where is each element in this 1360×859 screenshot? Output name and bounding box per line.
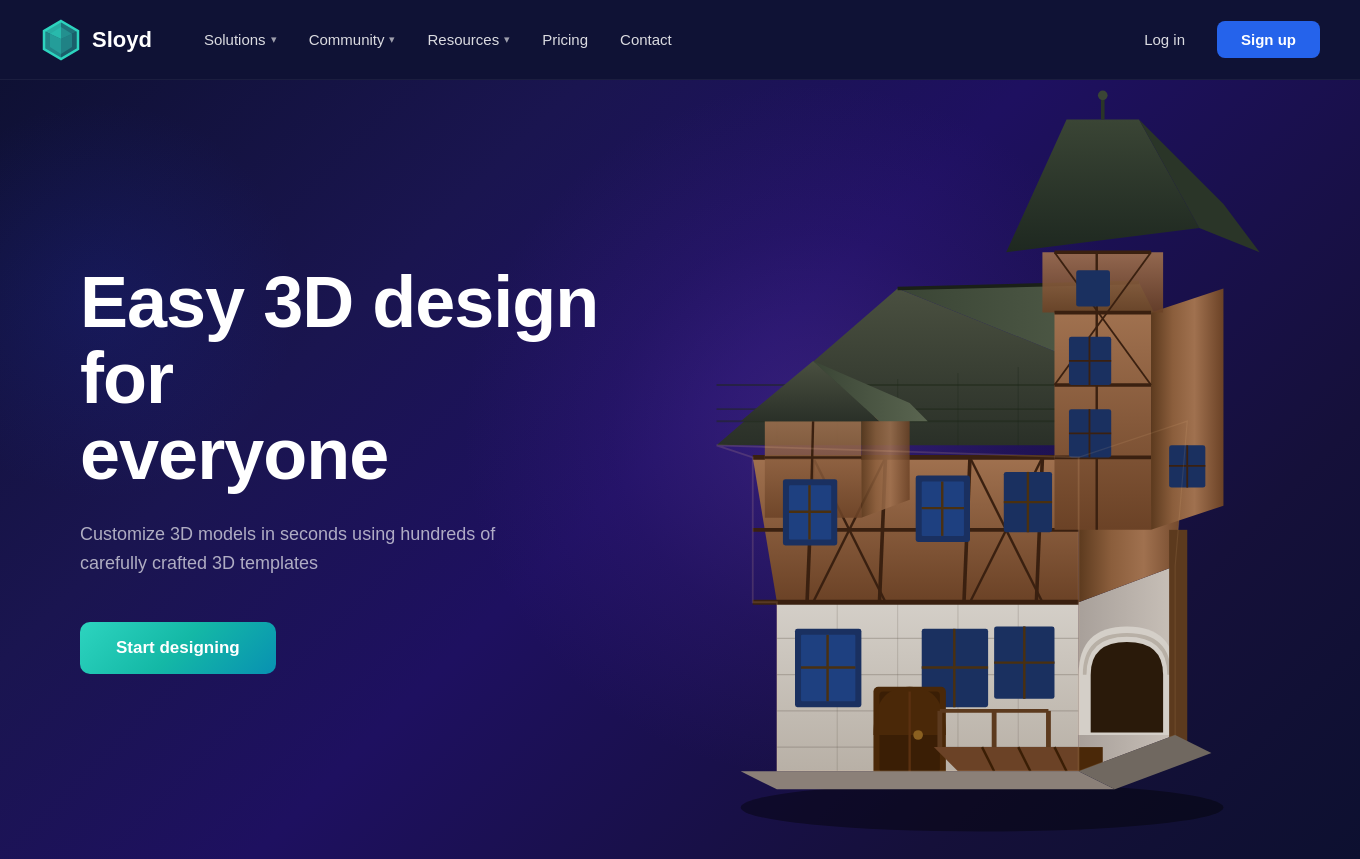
nav-left: Sloyd Solutions ▾ Community ▾ Resources … xyxy=(40,19,684,61)
svg-rect-88 xyxy=(1076,270,1110,306)
nav-item-community[interactable]: Community ▾ xyxy=(297,23,408,56)
hero-section: Easy 3D design for everyone Customize 3D… xyxy=(0,0,1360,859)
logo-text: Sloyd xyxy=(92,27,152,53)
navigation: Sloyd Solutions ▾ Community ▾ Resources … xyxy=(0,0,1360,80)
building-illustration xyxy=(620,80,1320,859)
login-button[interactable]: Log in xyxy=(1132,23,1197,56)
svg-point-92 xyxy=(913,730,923,740)
chevron-down-icon: ▾ xyxy=(504,33,510,46)
hero-subtitle: Customize 3D models in seconds using hun… xyxy=(80,520,540,578)
nav-item-solutions[interactable]: Solutions ▾ xyxy=(192,23,289,56)
signup-button[interactable]: Sign up xyxy=(1217,21,1320,58)
nav-item-resources[interactable]: Resources ▾ xyxy=(415,23,522,56)
svg-point-54 xyxy=(1098,91,1108,101)
svg-marker-106 xyxy=(741,771,1115,789)
chevron-down-icon: ▾ xyxy=(271,33,277,46)
hero-visual xyxy=(620,80,1320,859)
nav-right: Log in Sign up xyxy=(1132,21,1320,58)
svg-marker-42 xyxy=(1151,288,1223,529)
logo-icon xyxy=(40,19,82,61)
nav-item-pricing[interactable]: Pricing xyxy=(530,23,600,56)
hero-title: Easy 3D design for everyone xyxy=(80,265,600,492)
cta-button[interactable]: Start designing xyxy=(80,622,276,674)
svg-point-6 xyxy=(741,783,1224,831)
nav-links: Solutions ▾ Community ▾ Resources ▾ Pric… xyxy=(192,23,684,56)
logo[interactable]: Sloyd xyxy=(40,19,152,61)
chevron-down-icon: ▾ xyxy=(389,33,395,46)
svg-marker-93 xyxy=(934,747,1103,771)
svg-marker-51 xyxy=(1006,120,1199,253)
svg-rect-102 xyxy=(1169,530,1187,747)
hero-content: Easy 3D design for everyone Customize 3D… xyxy=(0,265,600,673)
nav-item-contact[interactable]: Contact xyxy=(608,23,684,56)
